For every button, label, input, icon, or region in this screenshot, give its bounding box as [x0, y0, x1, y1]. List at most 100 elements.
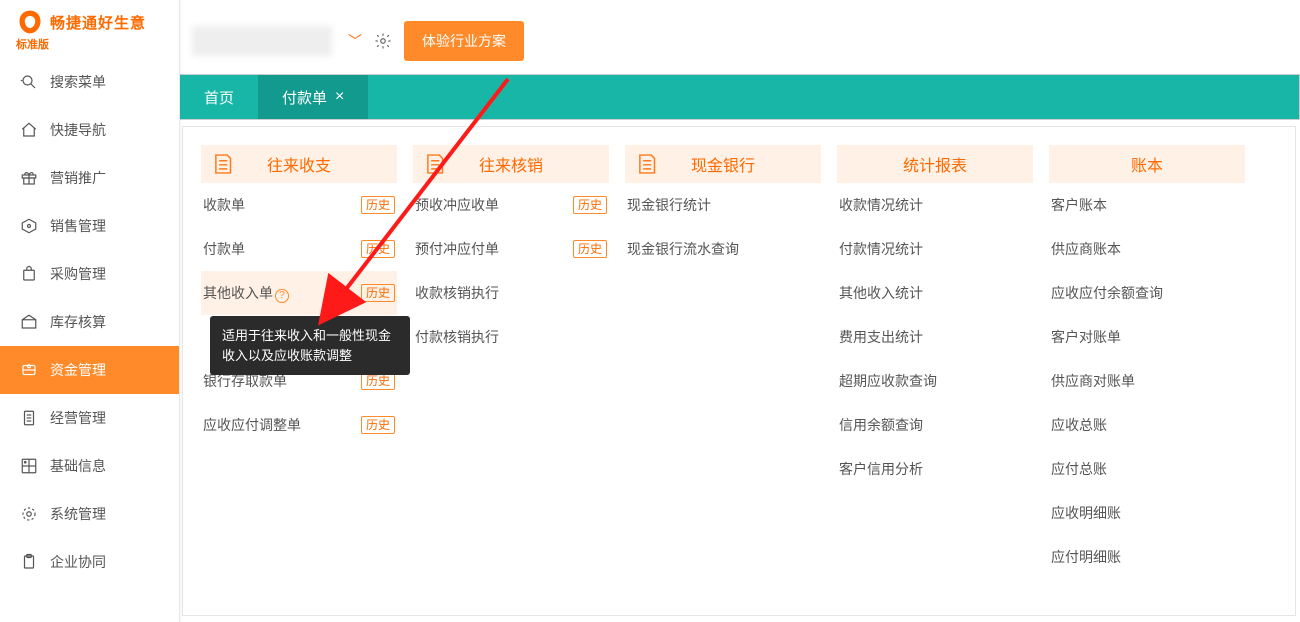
- menu-row-4-0[interactable]: 客户账本: [1049, 183, 1245, 227]
- menu-row-1-3[interactable]: 付款核销执行: [413, 315, 609, 359]
- gear-icon[interactable]: [374, 32, 392, 50]
- menu-row-label: 客户账本: [1051, 195, 1243, 215]
- stock-icon: [20, 313, 38, 331]
- brand-sub: 标准版: [0, 36, 179, 58]
- menu-row-3-2[interactable]: 其他收入统计: [837, 271, 1033, 315]
- sidebar-item-label: 快捷导航: [50, 120, 106, 140]
- column-header: 往来收支: [201, 145, 397, 183]
- menu-row-4-1[interactable]: 供应商账本: [1049, 227, 1245, 271]
- cart-icon: [20, 217, 38, 235]
- menu-row-label: 付款情况统计: [839, 239, 1031, 259]
- menu-row-label: 收款情况统计: [839, 195, 1031, 215]
- sidebar-item-6[interactable]: 资金管理: [0, 346, 179, 394]
- history-badge[interactable]: 历史: [361, 196, 395, 214]
- menu-row-0-2[interactable]: 其他收入单?历史: [201, 271, 397, 315]
- brand-name: 畅捷通好生意: [50, 12, 146, 33]
- sidebar-item-5[interactable]: 库存核算: [0, 298, 179, 346]
- sidebar-item-1[interactable]: 快捷导航: [0, 106, 179, 154]
- column-title: 现金银行: [691, 152, 755, 176]
- tab-1[interactable]: 付款单 ×: [258, 75, 368, 119]
- menu-row-label: 现金银行统计: [627, 195, 819, 215]
- menu-row-4-6[interactable]: 应付总账: [1049, 447, 1245, 491]
- menu-row-label: 其他收入单?: [203, 283, 361, 303]
- history-badge[interactable]: 历史: [361, 240, 395, 258]
- sidebar-item-label: 搜索菜单: [50, 72, 106, 92]
- history-badge[interactable]: 历史: [361, 416, 395, 434]
- menu-row-4-4[interactable]: 供应商对账单: [1049, 359, 1245, 403]
- menu-row-label: 超期应收款查询: [839, 371, 1031, 391]
- menu-row-0-1[interactable]: 付款单历史: [201, 227, 397, 271]
- menu-row-label: 付款核销执行: [415, 327, 607, 347]
- history-badge[interactable]: 历史: [573, 196, 607, 214]
- menu-row-label: 预收冲应收单: [415, 195, 573, 215]
- column-header: 账本: [1049, 145, 1245, 183]
- column-title: 账本: [1131, 152, 1163, 176]
- bag-icon: [20, 265, 38, 283]
- column-header: 往来核销: [413, 145, 609, 183]
- sidebar-item-label: 基础信息: [50, 456, 106, 476]
- sidebar-item-3[interactable]: 销售管理: [0, 202, 179, 250]
- gear-icon: [20, 505, 38, 523]
- menu-row-label: 应收应付余额查询: [1051, 283, 1243, 303]
- sidebar-item-label: 经营管理: [50, 408, 106, 428]
- menu-row-label: 应收总账: [1051, 415, 1243, 435]
- history-badge[interactable]: 历史: [361, 284, 395, 302]
- menu-row-0-5[interactable]: 应收应付调整单历史: [201, 403, 397, 447]
- menu-row-3-3[interactable]: 费用支出统计: [837, 315, 1033, 359]
- org-selector-blurred[interactable]: [192, 26, 332, 56]
- column-title: 往来收支: [267, 152, 331, 176]
- sidebar-item-label: 企业协同: [50, 552, 106, 572]
- sidebar-item-label: 系统管理: [50, 504, 106, 524]
- sidebar-item-label: 销售管理: [50, 216, 106, 236]
- menu-row-3-5[interactable]: 信用余额查询: [837, 403, 1033, 447]
- menu-row-3-4[interactable]: 超期应收款查询: [837, 359, 1033, 403]
- history-badge[interactable]: 历史: [573, 240, 607, 258]
- doc-icon: [211, 151, 237, 177]
- sidebar-item-2[interactable]: 营销推广: [0, 154, 179, 202]
- tab-label: 付款单: [282, 87, 327, 108]
- brand: 畅捷通好生意: [0, 0, 179, 36]
- gift-icon: [20, 169, 38, 187]
- sidebar-item-9[interactable]: 系统管理: [0, 490, 179, 538]
- menu-row-4-3[interactable]: 客户对账单: [1049, 315, 1245, 359]
- menu-row-3-6[interactable]: 客户信用分析: [837, 447, 1033, 491]
- sidebar-item-4[interactable]: 采购管理: [0, 250, 179, 298]
- column-3: 统计报表收款情况统计付款情况统计其他收入统计费用支出统计超期应收款查询信用余额查…: [837, 145, 1033, 615]
- chevron-down-icon[interactable]: ﹀: [348, 31, 362, 51]
- sidebar-item-label: 营销推广: [50, 168, 106, 188]
- grid-icon: [20, 457, 38, 475]
- tab-0[interactable]: 首页: [180, 75, 258, 119]
- menu-row-4-8[interactable]: 应付明细账: [1049, 535, 1245, 579]
- menu-row-1-2[interactable]: 收款核销执行: [413, 271, 609, 315]
- sidebar-item-label: 采购管理: [50, 264, 106, 284]
- menu-row-3-0[interactable]: 收款情况统计: [837, 183, 1033, 227]
- sidebar-item-label: 库存核算: [50, 312, 106, 332]
- try-industry-button[interactable]: 体验行业方案: [404, 21, 524, 61]
- menu-row-label: 供应商对账单: [1051, 371, 1243, 391]
- menu-row-label: 预付冲应付单: [415, 239, 573, 259]
- menu-row-1-1[interactable]: 预付冲应付单历史: [413, 227, 609, 271]
- menu-row-4-5[interactable]: 应收总账: [1049, 403, 1245, 447]
- sidebar-item-10[interactable]: 企业协同: [0, 538, 179, 586]
- doc-icon: [423, 151, 449, 177]
- menu-row-4-7[interactable]: 应收明细账: [1049, 491, 1245, 535]
- menu-row-0-0[interactable]: 收款单历史: [201, 183, 397, 227]
- doc-icon: [635, 151, 661, 177]
- sidebar-item-7[interactable]: 经营管理: [0, 394, 179, 442]
- menu-row-1-0[interactable]: 预收冲应收单历史: [413, 183, 609, 227]
- column-1: 往来核销预收冲应收单历史预付冲应付单历史收款核销执行付款核销执行: [413, 145, 609, 615]
- menu-row-2-0[interactable]: 现金银行统计: [625, 183, 821, 227]
- tooltip: 适用于往来收入和一般性现金收入以及应收账款调整: [210, 316, 410, 375]
- menu-row-2-1[interactable]: 现金银行流水查询: [625, 227, 821, 271]
- sidebar-item-0[interactable]: 搜索菜单: [0, 58, 179, 106]
- help-icon[interactable]: ?: [275, 289, 289, 303]
- menu-row-label: 应付总账: [1051, 459, 1243, 479]
- menu-row-label: 收款核销执行: [415, 283, 607, 303]
- topbar: ﹀ 体验行业方案: [180, 14, 1300, 68]
- menu-row-4-2[interactable]: 应收应付余额查询: [1049, 271, 1245, 315]
- money-icon: [20, 361, 38, 379]
- menu-row-3-1[interactable]: 付款情况统计: [837, 227, 1033, 271]
- sidebar-item-8[interactable]: 基础信息: [0, 442, 179, 490]
- menu-row-label: 应付明细账: [1051, 547, 1243, 567]
- close-icon[interactable]: ×: [335, 88, 344, 106]
